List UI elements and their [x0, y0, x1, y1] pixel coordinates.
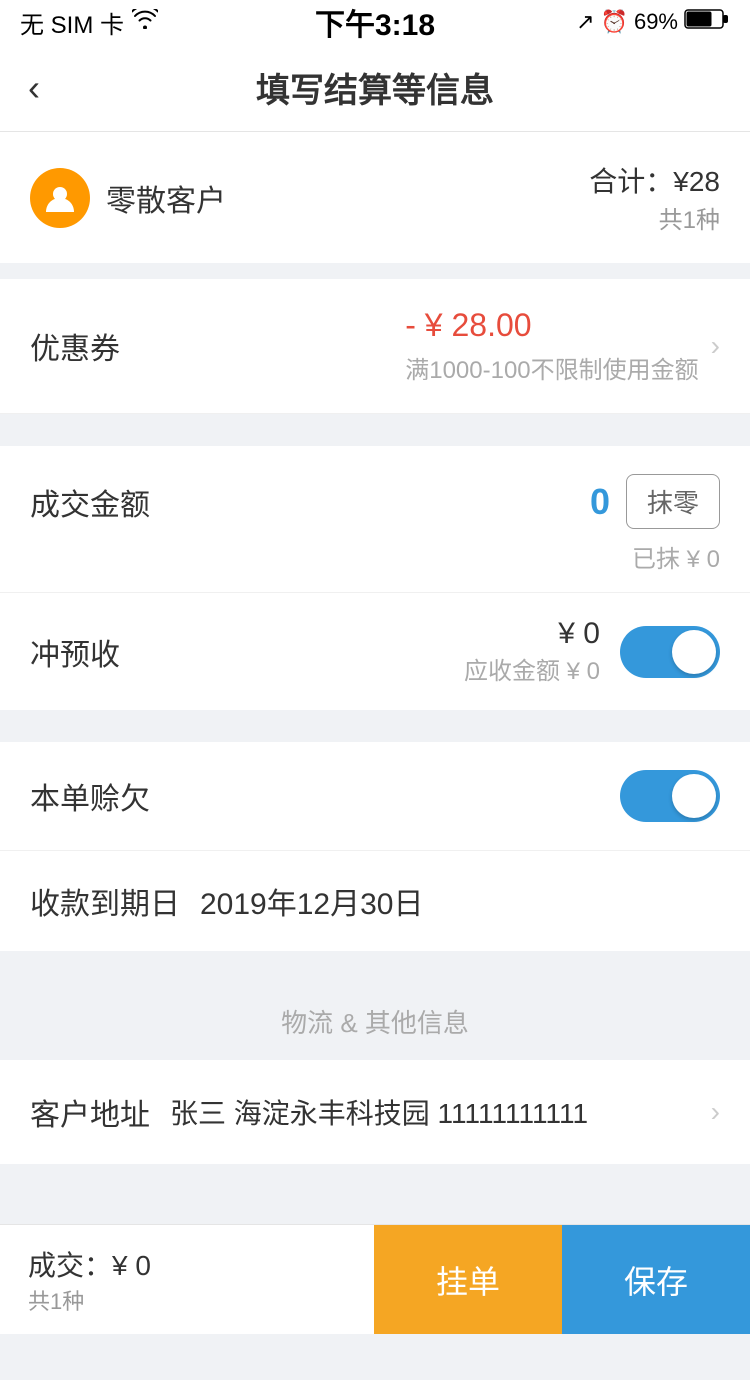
customer-total: 合计：¥28 [589, 160, 720, 200]
back-button[interactable]: ‹ [28, 67, 40, 109]
deal-value: 0 [590, 481, 610, 523]
due-date-value: 2019年12月30日 [200, 879, 423, 923]
page-title: 填写结算等信息 [256, 63, 494, 112]
status-bar-left: 无 SIM 卡 [20, 5, 158, 40]
charge-right: ¥ 0 应收金额 ¥ 0 [464, 617, 720, 686]
status-bar: 无 SIM 卡 下午3:18 ↗ ⏰ 69% [0, 0, 750, 44]
location-icon: ↗ [576, 9, 594, 35]
deal-sub: 已抹 ¥ 0 [0, 539, 750, 592]
coupon-sub: 满1000-100不限制使用金额 [405, 350, 698, 385]
footer: 成交：¥ 0 共1种 挂单 保存 [0, 1224, 750, 1334]
coupon-row[interactable]: 优惠券 - ¥ 28.00 满1000-100不限制使用金额 › [0, 279, 750, 414]
round-off-button[interactable]: 抹零 [626, 474, 720, 529]
nav-bar: ‹ 填写结算等信息 [0, 44, 750, 132]
status-bar-right: ↗ ⏰ 69% [576, 8, 730, 36]
deal-section: 成交金额 0 抹零 已抹 ¥ 0 冲预收 ¥ 0 应收金额 ¥ 0 [0, 446, 750, 710]
charge-label: 冲预收 [30, 630, 120, 674]
customer-count: 共1种 [589, 200, 720, 235]
coupon-section: 优惠券 - ¥ 28.00 满1000-100不限制使用金额 › [0, 279, 750, 414]
debt-label: 本单赊欠 [30, 774, 150, 818]
deal-label: 成交金额 [30, 480, 150, 524]
debt-toggle[interactable] [620, 770, 720, 822]
logistics-header: 物流 & 其他信息 [0, 983, 750, 1060]
coupon-value: - ¥ 28.00 [405, 307, 698, 344]
battery-icon [684, 8, 730, 36]
footer-deal: 成交：¥ 0 [28, 1244, 346, 1284]
no-sim-label: 无 SIM 卡 [20, 5, 124, 40]
customer-right: 合计：¥28 共1种 [589, 160, 720, 235]
address-chevron-icon: › [711, 1096, 720, 1128]
address-value: 张三 海淀永丰科技园 11111111111 [170, 1092, 701, 1132]
deal-row: 成交金额 0 抹零 [0, 446, 750, 539]
pending-button[interactable]: 挂单 [374, 1225, 562, 1334]
charge-sub-value: 应收金额 ¥ 0 [464, 651, 600, 686]
coupon-label: 优惠券 [30, 324, 120, 368]
customer-row: 零散客户 合计：¥28 共1种 [0, 132, 750, 263]
footer-info: 成交：¥ 0 共1种 [0, 1225, 374, 1334]
due-date-label: 收款到期日 [30, 879, 180, 923]
logistics-header-text: 物流 & 其他信息 [281, 1008, 469, 1038]
coupon-value-container: - ¥ 28.00 满1000-100不限制使用金额 [405, 307, 698, 385]
date-row: 收款到期日 2019年12月30日 [0, 851, 750, 951]
charge-row: 冲预收 ¥ 0 应收金额 ¥ 0 [0, 593, 750, 710]
customer-section: 零散客户 合计：¥28 共1种 [0, 132, 750, 263]
charge-main-value: ¥ 0 [464, 617, 600, 651]
debt-row: 本单赊欠 [0, 742, 750, 851]
coupon-right: - ¥ 28.00 满1000-100不限制使用金额 › [405, 307, 720, 385]
charge-toggle[interactable] [620, 626, 720, 678]
footer-deal-value: ¥ 0 [112, 1250, 151, 1281]
wifi-icon [132, 8, 158, 36]
address-label: 客户地址 [30, 1090, 150, 1134]
charge-values: ¥ 0 应收金额 ¥ 0 [464, 617, 600, 686]
address-row[interactable]: 客户地址 张三 海淀永丰科技园 11111111111 › [0, 1060, 750, 1164]
customer-avatar [30, 168, 90, 228]
battery-percent: 69% [634, 9, 678, 35]
alarm-icon: ⏰ [601, 9, 628, 35]
customer-name: 零散客户 [106, 176, 226, 220]
address-section: 客户地址 张三 海淀永丰科技园 11111111111 › [0, 1060, 750, 1164]
footer-deal-label: 成交： [28, 1250, 112, 1281]
divider-3 [0, 967, 750, 983]
deal-right: 0 抹零 [590, 474, 720, 529]
status-bar-time: 下午3:18 [315, 0, 435, 44]
customer-left: 零散客户 [30, 168, 226, 228]
save-button[interactable]: 保存 [562, 1225, 750, 1334]
divider-2 [0, 726, 750, 742]
divider-1 [0, 430, 750, 446]
footer-count: 共1种 [28, 1284, 346, 1316]
coupon-chevron-icon: › [711, 330, 720, 362]
debt-section: 本单赊欠 收款到期日 2019年12月30日 [0, 742, 750, 951]
